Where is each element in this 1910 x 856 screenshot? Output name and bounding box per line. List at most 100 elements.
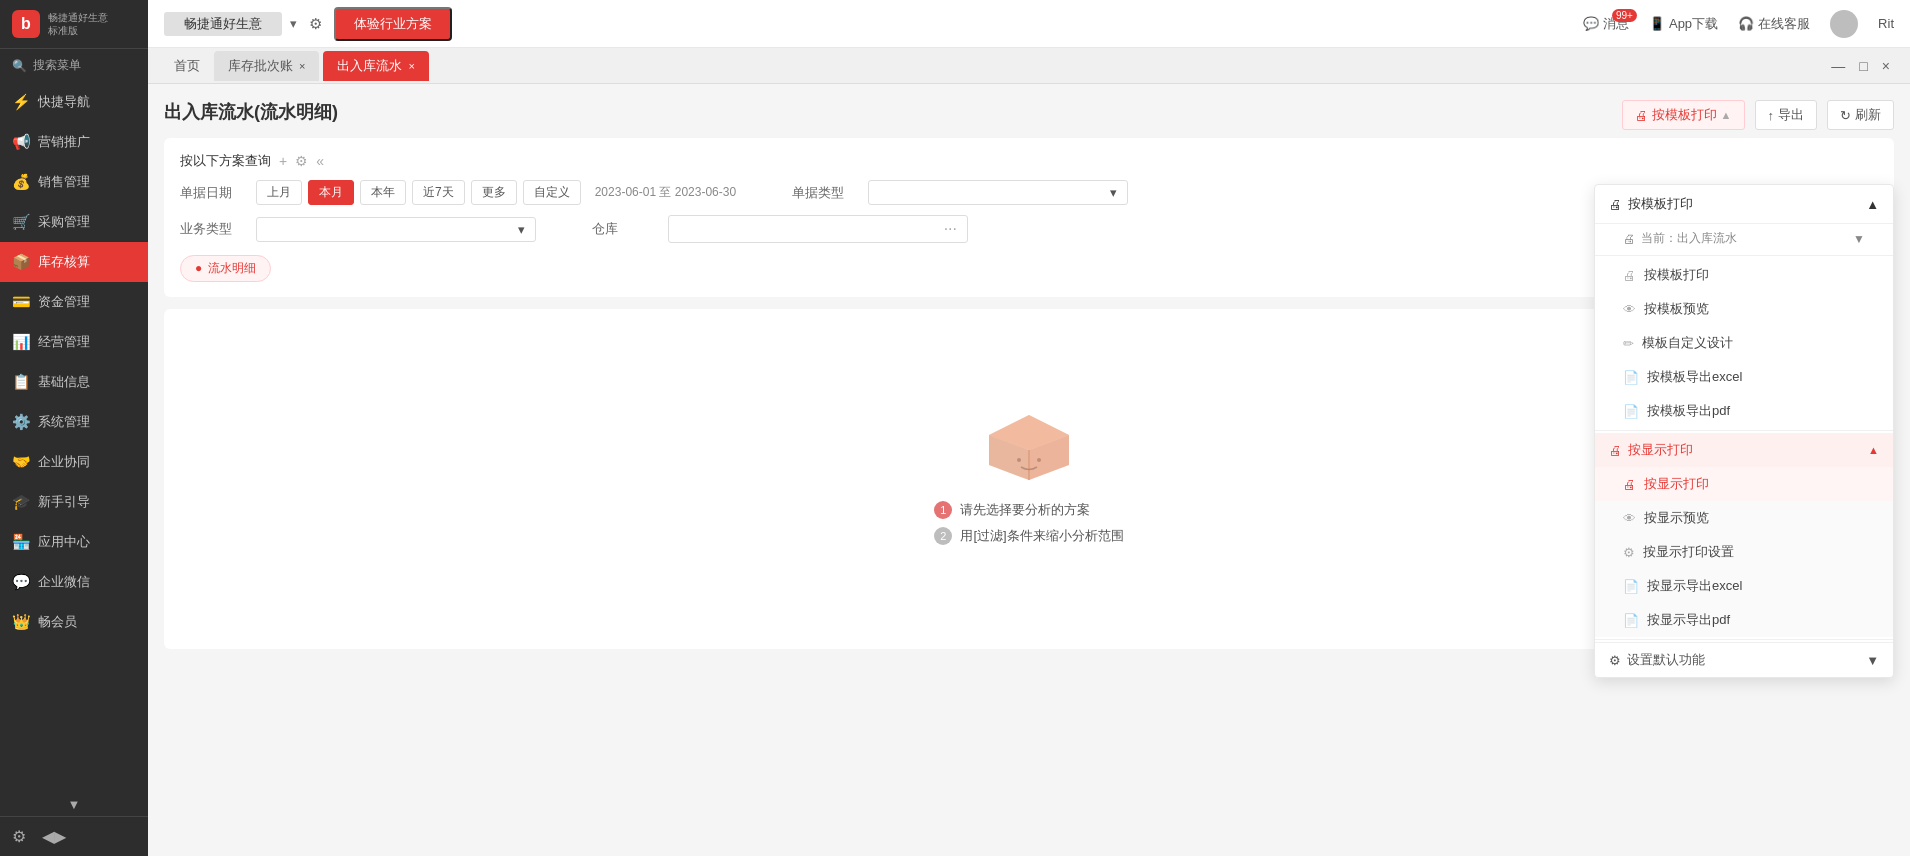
dropdown-item-display-pdf[interactable]: 📄 按显示导出pdf	[1595, 603, 1893, 637]
guide-icon: 🎓	[12, 493, 30, 511]
sidebar-item-inventory[interactable]: 📦 库存核算	[0, 242, 148, 282]
online-service-button[interactable]: 🎧 在线客服	[1738, 15, 1810, 33]
sidebar-item-purchase[interactable]: 🛒 采购管理	[0, 202, 148, 242]
date-this-year[interactable]: 本年	[360, 180, 406, 205]
warehouse-select[interactable]: ···	[668, 215, 968, 243]
bill-type-select[interactable]: ▾	[868, 180, 1128, 205]
dropdown-item-template-preview[interactable]: 👁 按模板预览	[1595, 292, 1893, 326]
window-minimize-button[interactable]: —	[1827, 54, 1849, 78]
dropdown-item-template-pdf[interactable]: 📄 按模板导出pdf	[1595, 394, 1893, 428]
display-pdf-icon: 📄	[1623, 613, 1639, 628]
sidebar-item-operation[interactable]: 📊 经营管理	[0, 322, 148, 362]
user-avatar[interactable]	[1830, 10, 1858, 38]
template-excel-icon: 📄	[1623, 370, 1639, 385]
sidebar-item-wechat[interactable]: 💬 企业微信	[0, 562, 148, 602]
dropdown-display-group: 🖨 按显示打印 👁 按显示预览 ⚙ 按显示打印设置 📄 按显示导出excel 📄	[1595, 467, 1893, 637]
tabbar: 首页 库存批次账 × 出入库流水 × — □ ×	[148, 48, 1910, 84]
sidebar-settings-icon[interactable]: ⚙	[12, 827, 26, 846]
template-print-icon: 🖨	[1623, 268, 1636, 283]
topbar-chevron-icon[interactable]: ▾	[290, 16, 297, 31]
dropdown-printer-icon: 🖨	[1609, 197, 1622, 212]
sidebar-item-finance[interactable]: 💳 资金管理	[0, 282, 148, 322]
sidebar-item-app-center[interactable]: 🏪 应用中心	[0, 522, 148, 562]
sidebar-item-guide[interactable]: 🎓 新手引导	[0, 482, 148, 522]
app-logo-icon: b	[12, 10, 40, 38]
filter-tag-item[interactable]: ● 流水明细	[180, 255, 271, 282]
current-chevron-icon: ▼	[1853, 232, 1865, 246]
dropdown-item-display-print[interactable]: 🖨 按显示打印	[1595, 467, 1893, 501]
step-2-num: 2	[934, 527, 952, 545]
sidebar-item-system[interactable]: ⚙️ 系统管理	[0, 402, 148, 442]
sidebar-item-quick-nav[interactable]: ⚡ 快捷导航	[0, 82, 148, 122]
window-close-button[interactable]: ×	[1878, 54, 1894, 78]
tab-inventory-batch-close[interactable]: ×	[299, 60, 305, 72]
sidebar-collapse-icon[interactable]: ◀▶	[42, 827, 66, 846]
message-badge: 99+	[1612, 9, 1637, 22]
date-more[interactable]: 更多	[471, 180, 517, 205]
dropdown-item-display-settings[interactable]: ⚙ 按显示打印设置	[1595, 535, 1893, 569]
warehouse-more-icon[interactable]: ···	[944, 220, 957, 238]
date-custom[interactable]: 自定义	[523, 180, 581, 205]
app-download-button[interactable]: 📱 App下载	[1649, 15, 1718, 33]
topbar-username: Rit	[1878, 16, 1894, 31]
page-content: 出入库流水(流水明细) 🖨 按模板打印 ▲ ↑ 导出 ↻ 刷新 按以下方案查询 …	[148, 84, 1910, 856]
display-section-icon: 🖨	[1609, 443, 1622, 458]
biz-type-select[interactable]: ▾	[256, 217, 536, 242]
app-name: 畅捷通好生意 标准版	[48, 11, 108, 37]
quick-nav-icon: ⚡	[12, 93, 30, 111]
dropdown-item-display-preview[interactable]: 👁 按显示预览	[1595, 501, 1893, 535]
dropdown-footer[interactable]: ⚙ 设置默认功能 ▼	[1595, 642, 1893, 677]
sidebar-scroll-down[interactable]: ▼	[0, 793, 148, 816]
dropdown-item-display-excel[interactable]: 📄 按显示导出excel	[1595, 569, 1893, 603]
tab-inventory-batch[interactable]: 库存批次账 ×	[214, 51, 319, 81]
sidebar-item-vip[interactable]: 👑 畅会员	[0, 602, 148, 642]
sidebar: b 畅捷通好生意 标准版 🔍 搜索菜单 ⚡ 快捷导航 📢 营销推广 💰 销售管理…	[0, 0, 148, 856]
display-excel-icon: 📄	[1623, 579, 1639, 594]
dropdown-current[interactable]: 🖨 当前：出入库流水 ▼	[1595, 224, 1893, 253]
dropdown-chevron-icon[interactable]: ▲	[1866, 197, 1879, 212]
dropdown-item-template-print[interactable]: 🖨 按模板打印	[1595, 258, 1893, 292]
display-section-chevron: ▲	[1868, 444, 1879, 456]
date-last7[interactable]: 近7天	[412, 180, 465, 205]
inventory-icon: 📦	[12, 253, 30, 271]
filter-collapse-icon[interactable]: «	[316, 153, 324, 169]
date-last-month[interactable]: 上月	[256, 180, 302, 205]
page-actions: 🖨 按模板打印 ▲ ↑ 导出 ↻ 刷新	[1622, 100, 1894, 130]
refresh-icon: ↻	[1840, 108, 1851, 123]
purchase-icon: 🛒	[12, 213, 30, 231]
footer-chevron-icon: ▼	[1866, 653, 1879, 668]
filter-settings-icon[interactable]: ⚙	[295, 153, 308, 169]
sidebar-logo: b 畅捷通好生意 标准版	[0, 0, 148, 49]
dropdown-item-template-excel[interactable]: 📄 按模板导出excel	[1595, 360, 1893, 394]
sidebar-item-sales[interactable]: 💰 销售管理	[0, 162, 148, 202]
vip-icon: 👑	[12, 613, 30, 631]
topbar-user-name[interactable]: 畅捷通好生意	[164, 12, 282, 36]
filter-add-icon[interactable]: +	[279, 153, 287, 169]
dropdown-panel: 🖨 按模板打印 ▲ 🖨 当前：出入库流水 ▼ 🖨 按模板打印 👁	[1594, 184, 1894, 678]
template-print-button[interactable]: 🖨 按模板打印 ▲	[1622, 100, 1745, 130]
dropdown-section-display-print[interactable]: 🖨 按显示打印 ▲	[1595, 433, 1893, 467]
step-1-num: 1	[934, 501, 952, 519]
filter-title: 按以下方案查询	[180, 152, 271, 170]
topbar-gear-icon[interactable]: ⚙	[309, 15, 322, 33]
dropdown-item-template-custom[interactable]: ✏ 模板自定义设计	[1595, 326, 1893, 360]
sidebar-item-cooperation[interactable]: 🤝 企业协同	[0, 442, 148, 482]
export-icon: ↑	[1768, 108, 1775, 123]
template-pdf-icon: 📄	[1623, 404, 1639, 419]
tab-home[interactable]: 首页	[164, 51, 210, 81]
export-button[interactable]: ↑ 导出	[1755, 100, 1818, 130]
sidebar-item-basic[interactable]: 📋 基础信息	[0, 362, 148, 402]
divider-1	[1595, 255, 1893, 256]
sidebar-item-search[interactable]: 🔍 搜索菜单	[0, 49, 148, 82]
tab-in-out-flow[interactable]: 出入库流水 ×	[323, 51, 428, 81]
message-button[interactable]: 💬 消息 99+	[1583, 15, 1629, 33]
app-center-icon: 🏪	[12, 533, 30, 551]
trial-button[interactable]: 体验行业方案	[334, 7, 452, 41]
main-content: 畅捷通好生意 ▾ ⚙ 体验行业方案 💬 消息 99+ 📱 App下载 🎧 在线客…	[148, 0, 1910, 856]
date-this-month[interactable]: 本月	[308, 180, 354, 205]
refresh-button[interactable]: ↻ 刷新	[1827, 100, 1894, 130]
tab-in-out-flow-close[interactable]: ×	[408, 60, 414, 72]
sidebar-item-marketing[interactable]: 📢 营销推广	[0, 122, 148, 162]
topbar-user[interactable]: 畅捷通好生意 ▾	[164, 12, 297, 36]
window-maximize-button[interactable]: □	[1855, 54, 1871, 78]
